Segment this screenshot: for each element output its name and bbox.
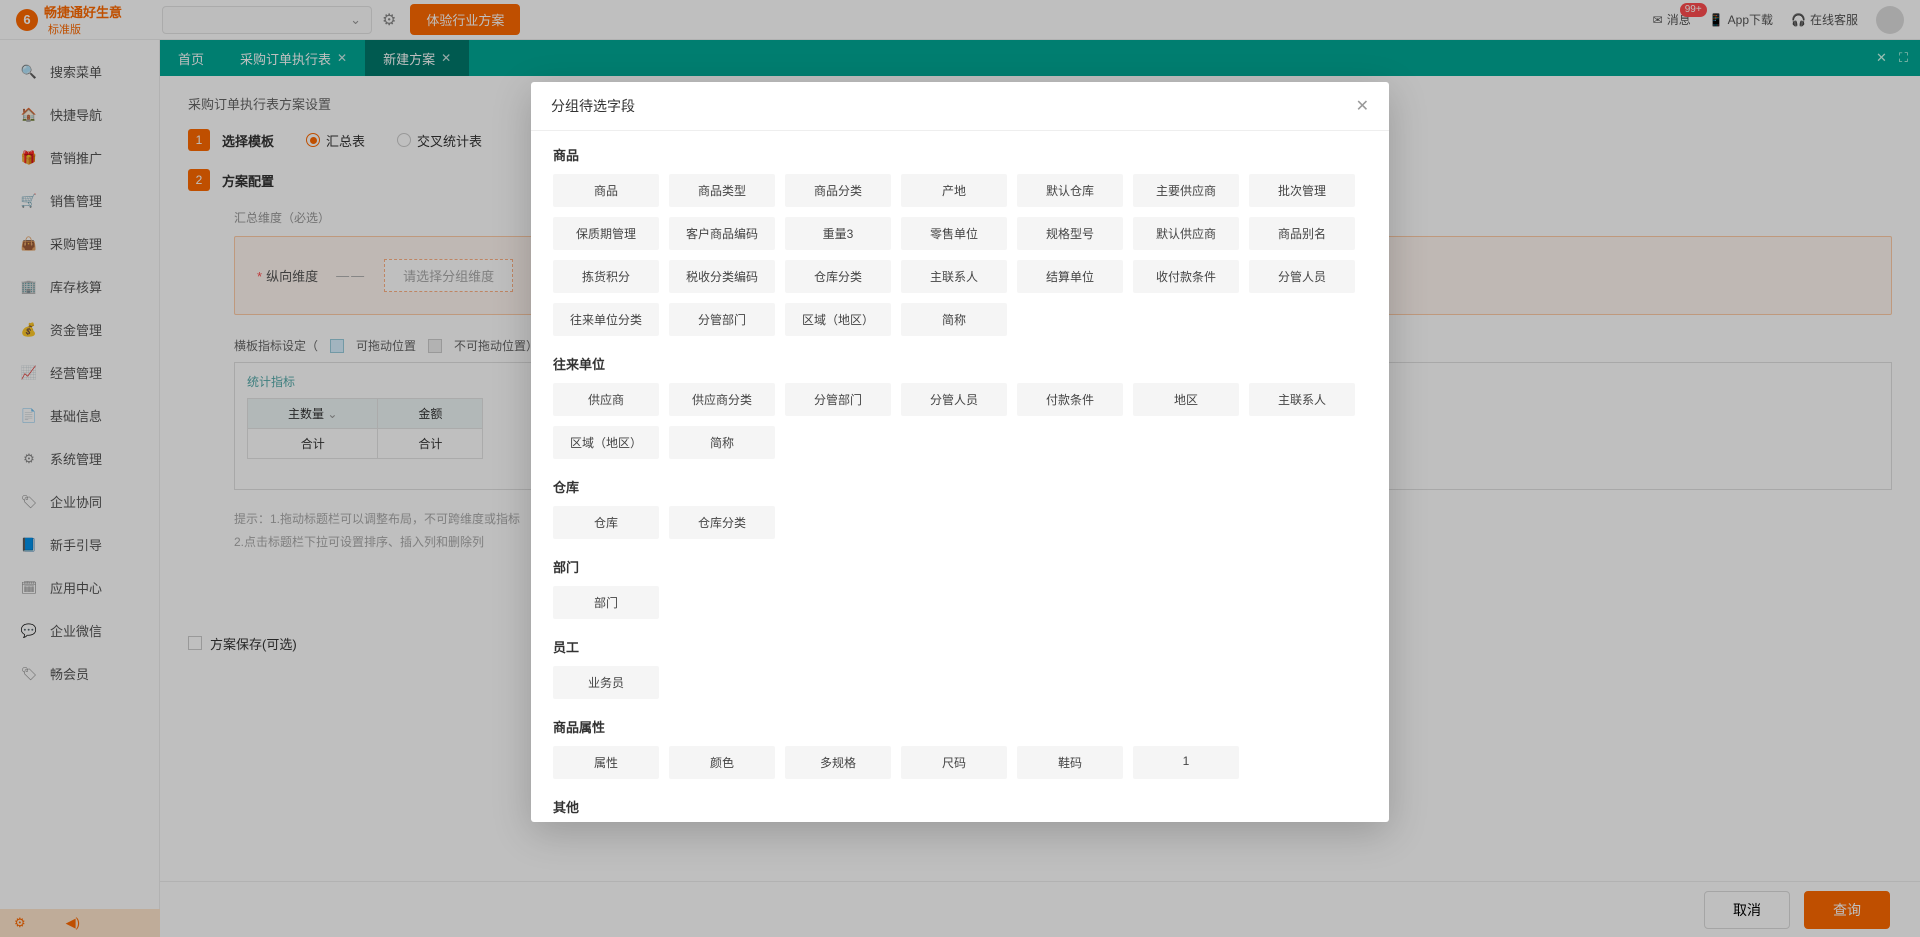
field-chip[interactable]: 拣货积分 <box>553 260 659 293</box>
field-chip[interactable]: 区域（地区） <box>553 426 659 459</box>
field-chip[interactable]: 多规格 <box>785 746 891 779</box>
field-group: 仓库仓库仓库分类 <box>553 477 1367 539</box>
field-chip[interactable]: 鞋码 <box>1017 746 1123 779</box>
field-group: 往来单位供应商供应商分类分管部门分管人员付款条件地区主联系人区域（地区） 简称 <box>553 354 1367 459</box>
modal-title: 分组待选字段 <box>551 96 635 116</box>
field-chip[interactable]: 分管部门 <box>785 383 891 416</box>
field-chip[interactable]: 仓库 <box>553 506 659 539</box>
field-group-title: 部门 <box>553 557 1367 576</box>
field-chip[interactable]: 保质期管理 <box>553 217 659 250</box>
field-chip[interactable]: 区域（地区） <box>785 303 891 336</box>
field-chip[interactable]: 属性 <box>553 746 659 779</box>
field-group-title: 往来单位 <box>553 354 1367 373</box>
field-chip[interactable]: 商品分类 <box>785 174 891 207</box>
field-chip[interactable]: 简称 <box>901 303 1007 336</box>
field-chip[interactable]: 供应商分类 <box>669 383 775 416</box>
field-chip[interactable]: 仓库分类 <box>669 506 775 539</box>
modal-header: 分组待选字段 ✕ <box>531 82 1389 131</box>
field-chip[interactable]: 结算单位 <box>1017 260 1123 293</box>
field-chip-list: 仓库仓库分类 <box>553 506 1367 539</box>
field-chip-list: 属性颜色多规格尺码鞋码 1 <box>553 746 1367 779</box>
field-group: 其他 <box>553 797 1367 822</box>
field-chip[interactable]: 收付款条件 <box>1133 260 1239 293</box>
field-chip[interactable]: 零售单位 <box>901 217 1007 250</box>
field-chip[interactable]: 分管人员 <box>1249 260 1355 293</box>
field-chip[interactable]: 部门 <box>553 586 659 619</box>
field-chip[interactable]: 仓库分类 <box>785 260 891 293</box>
field-chip[interactable]: 简称 <box>669 426 775 459</box>
field-chip[interactable]: 尺码 <box>901 746 1007 779</box>
field-group: 商品商品商品类型商品分类产地默认仓库主要供应商批次管理保质期管理客户商品编码重量… <box>553 145 1367 336</box>
field-chip[interactable]: 往来单位分类 <box>553 303 659 336</box>
field-chip[interactable]: 商品类型 <box>669 174 775 207</box>
field-group-title: 员工 <box>553 637 1367 656</box>
field-chip[interactable]: 地区 <box>1133 383 1239 416</box>
field-chip-list: 业务员 <box>553 666 1367 699</box>
field-chip-list: 供应商供应商分类分管部门分管人员付款条件地区主联系人区域（地区） 简称 <box>553 383 1367 459</box>
field-chip[interactable]: 分管部门 <box>669 303 775 336</box>
field-chip[interactable]: 主联系人 <box>901 260 1007 293</box>
field-chip[interactable]: 批次管理 <box>1249 174 1355 207</box>
field-group: 商品属性属性颜色多规格尺码鞋码 1 <box>553 717 1367 779</box>
field-chip[interactable]: 默认供应商 <box>1133 217 1239 250</box>
field-chip[interactable]: 产地 <box>901 174 1007 207</box>
field-group-title: 商品 <box>553 145 1367 164</box>
field-chip[interactable]: 重量3 <box>785 217 891 250</box>
field-chip[interactable]: 客户商品编码 <box>669 217 775 250</box>
field-chip[interactable]: 规格型号 <box>1017 217 1123 250</box>
field-chip[interactable]: 付款条件 <box>1017 383 1123 416</box>
field-group-title: 商品属性 <box>553 717 1367 736</box>
field-group-title: 其他 <box>553 797 1367 816</box>
close-icon[interactable]: ✕ <box>1356 96 1369 116</box>
field-chip[interactable]: 默认仓库 <box>1017 174 1123 207</box>
field-picker-modal: 分组待选字段 ✕ 商品商品商品类型商品分类产地默认仓库主要供应商批次管理保质期管… <box>531 82 1389 822</box>
field-chip[interactable]: 主联系人 <box>1249 383 1355 416</box>
field-group: 部门部门 <box>553 557 1367 619</box>
field-chip-list: 商品商品类型商品分类产地默认仓库主要供应商批次管理保质期管理客户商品编码重量3 零… <box>553 174 1367 336</box>
field-chip[interactable]: 商品别名 <box>1249 217 1355 250</box>
field-chip-list: 部门 <box>553 586 1367 619</box>
field-chip[interactable]: 供应商 <box>553 383 659 416</box>
field-chip[interactable]: 税收分类编码 <box>669 260 775 293</box>
field-chip[interactable]: 颜色 <box>669 746 775 779</box>
field-chip[interactable]: 分管人员 <box>901 383 1007 416</box>
modal-body[interactable]: 商品商品商品类型商品分类产地默认仓库主要供应商批次管理保质期管理客户商品编码重量… <box>531 131 1389 822</box>
field-chip[interactable]: 商品 <box>553 174 659 207</box>
field-chip[interactable]: 1 <box>1133 746 1239 779</box>
app-root: 6 畅捷通好生意 标准版 ⌄ ⚙ 体验行业方案 ✉ 消息 99+ 📱 App下载… <box>0 0 1920 937</box>
field-group-title: 仓库 <box>553 477 1367 496</box>
field-chip[interactable]: 业务员 <box>553 666 659 699</box>
field-chip[interactable]: 主要供应商 <box>1133 174 1239 207</box>
field-group: 员工业务员 <box>553 637 1367 699</box>
